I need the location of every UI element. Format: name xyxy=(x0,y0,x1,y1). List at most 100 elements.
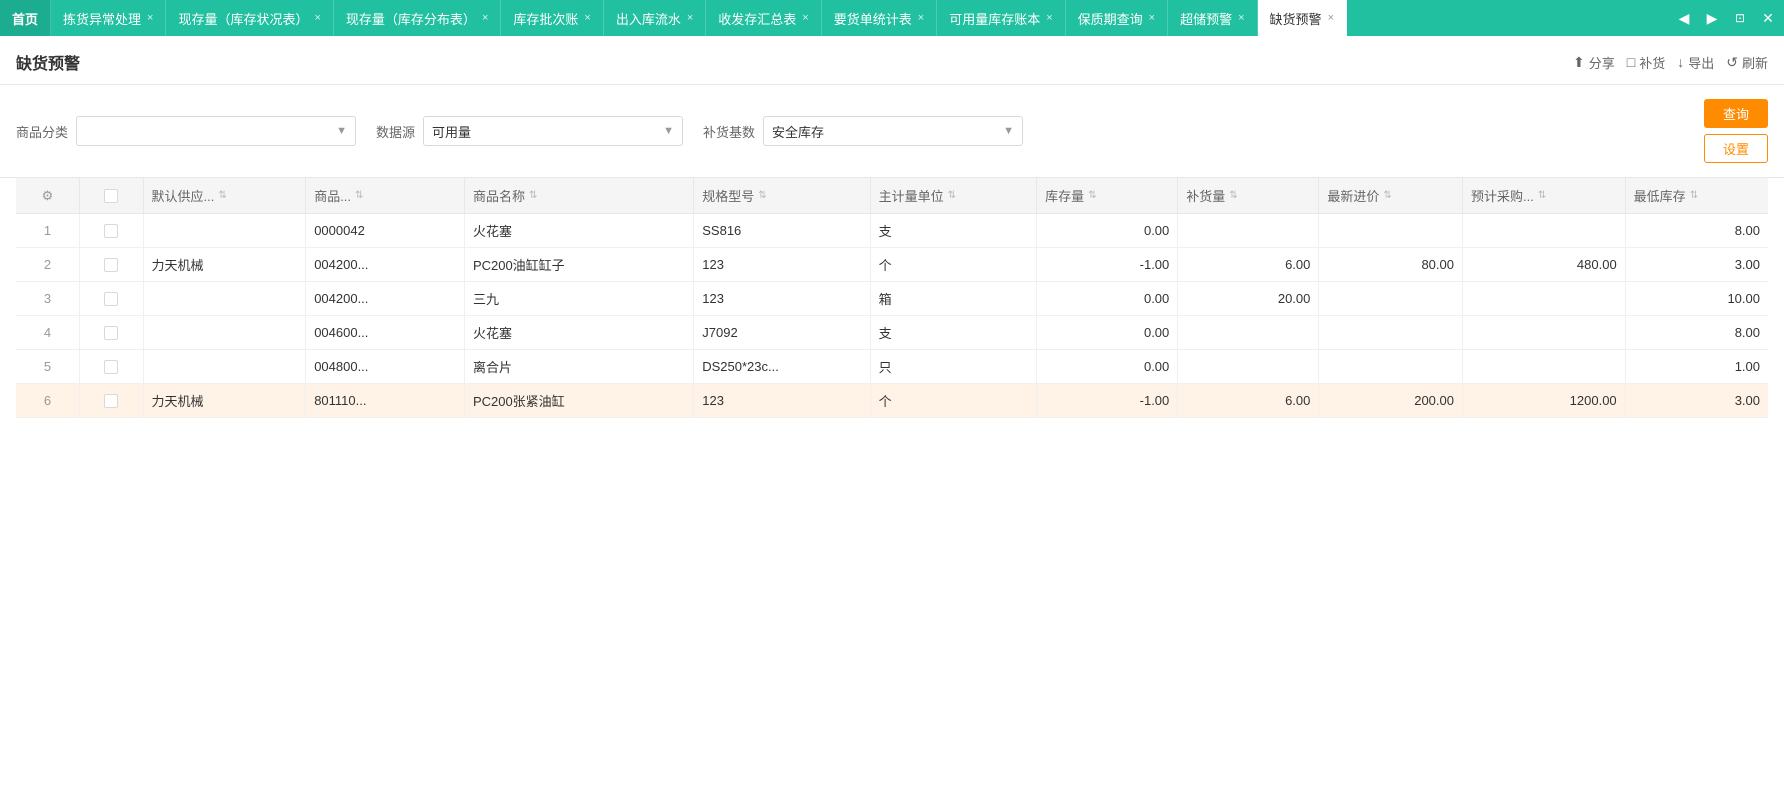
th-replenish[interactable]: 补货量 ⇅ xyxy=(1178,178,1319,214)
tab-batch-close[interactable]: × xyxy=(584,12,590,24)
replenish-base-select[interactable]: 安全库存 ▼ xyxy=(763,116,1023,146)
min-stock-sort-icon: ⇅ xyxy=(1690,190,1698,201)
tab-expiry-label: 保质期查询 xyxy=(1078,9,1143,28)
th-min-stock[interactable]: 最低库存 ⇅ xyxy=(1625,178,1768,214)
table-row[interactable]: 3 004200... 三九 123 箱 0.00 20.00 10.00 xyxy=(16,282,1768,316)
th-gear[interactable]: ⚙ xyxy=(16,178,80,214)
cell-unit-4: 只 xyxy=(870,350,1037,384)
tab-abnormal-label: 拣货异常处理 xyxy=(63,9,141,28)
th-plan-purchase[interactable]: 预计采购... ⇅ xyxy=(1462,178,1625,214)
th-unit-label: 主计量单位 xyxy=(879,186,944,205)
cell-checkbox-5[interactable] xyxy=(80,384,144,418)
share-button[interactable]: ⬆ 分享 xyxy=(1573,53,1615,72)
category-label: 商品分类 xyxy=(16,122,68,141)
cell-minstock-1: 3.00 xyxy=(1625,248,1768,282)
cell-price-3 xyxy=(1319,316,1463,350)
tab-prev-button[interactable]: ◀ xyxy=(1670,4,1698,32)
tab-next-button[interactable]: ▶ xyxy=(1698,4,1726,32)
th-supplier[interactable]: 默认供应... ⇅ xyxy=(143,178,306,214)
tab-close-all-button[interactable]: ✕ xyxy=(1754,4,1782,32)
tab-expiry[interactable]: 保质期查询 × xyxy=(1066,0,1168,36)
tab-abnormal-close[interactable]: × xyxy=(147,12,153,24)
cell-name-3: 火花塞 xyxy=(464,316,693,350)
th-spec[interactable]: 规格型号 ⇅ xyxy=(694,178,870,214)
th-name-label: 商品名称 xyxy=(473,186,525,205)
table-row[interactable]: 2 力天机械 004200... PC200油缸缸子 123 个 -1.00 6… xyxy=(16,248,1768,282)
tab-shortage[interactable]: 缺货预警 × xyxy=(1258,0,1347,36)
tab-demand[interactable]: 要货单统计表 × xyxy=(822,0,937,36)
th-name[interactable]: 商品名称 ⇅ xyxy=(464,178,693,214)
tab-available-close[interactable]: × xyxy=(1046,12,1052,24)
th-price[interactable]: 最新进价 ⇅ xyxy=(1319,178,1463,214)
replenish-button[interactable]: □ 补货 xyxy=(1627,53,1665,72)
cell-checkbox-0[interactable] xyxy=(80,214,144,248)
table-row[interactable]: 5 004800... 离合片 DS250*23c... 只 0.00 1.00 xyxy=(16,350,1768,384)
row-checkbox-4[interactable] xyxy=(104,360,118,374)
row-checkbox-3[interactable] xyxy=(104,326,118,340)
cell-name-2: 三九 xyxy=(464,282,693,316)
cell-checkbox-1[interactable] xyxy=(80,248,144,282)
supplier-sort-icon: ⇅ xyxy=(218,190,226,201)
cell-index-1: 2 xyxy=(16,248,80,282)
datasource-select[interactable]: 可用量 ▼ xyxy=(423,116,683,146)
cell-checkbox-4[interactable] xyxy=(80,350,144,384)
cell-name-0: 火花塞 xyxy=(464,214,693,248)
table-row[interactable]: 1 0000042 火花塞 SS816 支 0.00 8.00 xyxy=(16,214,1768,248)
share-icon: ⬆ xyxy=(1573,54,1585,71)
cell-minstock-0: 8.00 xyxy=(1625,214,1768,248)
th-code[interactable]: 商品... ⇅ xyxy=(306,178,465,214)
tab-batch[interactable]: 库存批次账 × xyxy=(501,0,603,36)
row-checkbox-1[interactable] xyxy=(104,258,118,272)
tab-overstock-close[interactable]: × xyxy=(1238,12,1244,24)
cell-replenish-3 xyxy=(1178,316,1319,350)
refresh-button[interactable]: ↺ 刷新 xyxy=(1726,53,1768,72)
tab-home[interactable]: 首页 xyxy=(0,0,51,36)
cell-plan-5: 1200.00 xyxy=(1462,384,1625,418)
tab-shortage-close[interactable]: × xyxy=(1328,12,1334,24)
cell-name-1: PC200油缸缸子 xyxy=(464,248,693,282)
replenish-label: 补货 xyxy=(1639,53,1665,72)
tab-stock-dist[interactable]: 现存量（库存分布表） × xyxy=(334,0,501,36)
category-select[interactable]: ▼ xyxy=(76,116,356,146)
cell-index-5: 6 xyxy=(16,384,80,418)
table-row[interactable]: 4 004600... 火花塞 J7092 支 0.00 8.00 xyxy=(16,316,1768,350)
cell-replenish-1: 6.00 xyxy=(1178,248,1319,282)
cell-plan-3 xyxy=(1462,316,1625,350)
row-checkbox-5[interactable] xyxy=(104,394,118,408)
cell-spec-4: DS250*23c... xyxy=(694,350,870,384)
th-stock[interactable]: 库存量 ⇅ xyxy=(1037,178,1178,214)
row-checkbox-2[interactable] xyxy=(104,292,118,306)
tab-available[interactable]: 可用量库存账本 × xyxy=(937,0,1065,36)
th-unit[interactable]: 主计量单位 ⇅ xyxy=(870,178,1037,214)
tab-stock-status[interactable]: 现存量（库存状况表） × xyxy=(166,0,333,36)
tab-window-button[interactable]: ⊡ xyxy=(1726,4,1754,32)
tab-bar: 首页 拣货异常处理 × 现存量（库存状况表） × 现存量（库存分布表） × 库存… xyxy=(0,0,1784,36)
cell-checkbox-2[interactable] xyxy=(80,282,144,316)
cell-plan-1: 480.00 xyxy=(1462,248,1625,282)
export-button[interactable]: ↓ 导出 xyxy=(1677,53,1714,72)
tab-stock-dist-close[interactable]: × xyxy=(482,12,488,24)
cell-code-5: 801110... xyxy=(306,384,465,418)
tab-collect[interactable]: 收发存汇总表 × xyxy=(706,0,821,36)
header-checkbox[interactable] xyxy=(104,189,118,203)
table-row[interactable]: 6 力天机械 801110... PC200张紧油缸 123 个 -1.00 6… xyxy=(16,384,1768,418)
settings-button[interactable]: 设置 xyxy=(1704,134,1768,163)
cell-price-0 xyxy=(1319,214,1463,248)
tab-abnormal[interactable]: 拣货异常处理 × xyxy=(51,0,166,36)
tab-stock-status-close[interactable]: × xyxy=(314,12,320,24)
tab-expiry-close[interactable]: × xyxy=(1149,12,1155,24)
tab-inout-close[interactable]: × xyxy=(687,12,693,24)
page-title: 缺货预警 xyxy=(16,50,80,74)
cell-checkbox-3[interactable] xyxy=(80,316,144,350)
tab-demand-close[interactable]: × xyxy=(918,12,924,24)
cell-replenish-0 xyxy=(1178,214,1319,248)
row-checkbox-0[interactable] xyxy=(104,224,118,238)
tab-overstock[interactable]: 超储预警 × xyxy=(1168,0,1257,36)
tab-inout[interactable]: 出入库流水 × xyxy=(604,0,706,36)
replenish-base-filter-group: 补货基数 安全库存 ▼ xyxy=(703,116,1023,146)
cell-price-5: 200.00 xyxy=(1319,384,1463,418)
tab-collect-close[interactable]: × xyxy=(802,12,808,24)
cell-code-4: 004800... xyxy=(306,350,465,384)
query-button[interactable]: 查询 xyxy=(1704,99,1768,128)
cell-unit-2: 箱 xyxy=(870,282,1037,316)
